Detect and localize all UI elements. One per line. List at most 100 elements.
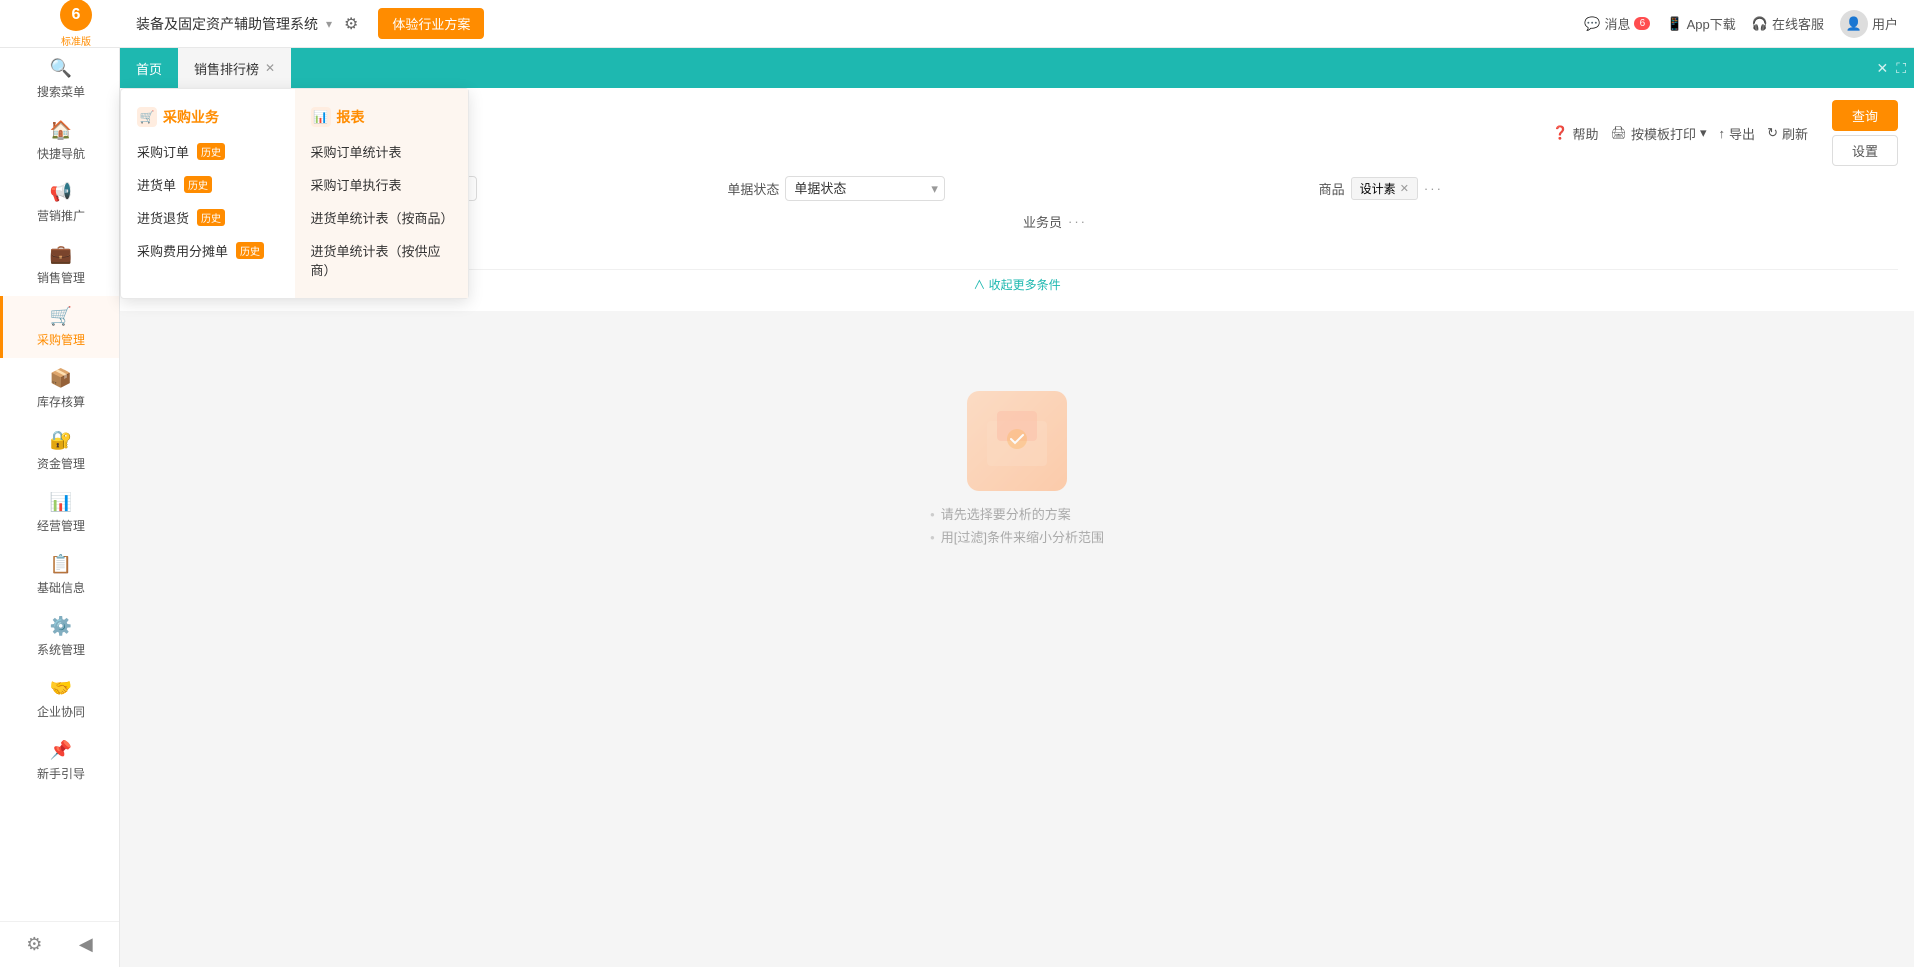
help-label: 帮助	[1572, 124, 1598, 143]
tab-close-all-icon[interactable]: ✕	[1876, 60, 1888, 77]
purchase-icon: 🛒	[50, 306, 72, 327]
refresh-icon: ↻	[1767, 125, 1778, 141]
message-badge: 6	[1634, 17, 1650, 30]
dropdown-item-order-stats[interactable]: 采购订单统计表	[295, 135, 469, 168]
stock-in-label: 进货单	[137, 175, 176, 194]
online-service-btn[interactable]: 🎧 在线客服	[1752, 14, 1824, 33]
top-header: 6 标准版 装备及固定资产辅助管理系统 ▾ ⚙ 体验行业方案 💬 消息 6 📱 …	[0, 0, 1914, 48]
dropdown-item-stock-by-supplier[interactable]: 进货单统计表（按供应商）	[295, 234, 469, 286]
dropdown-item-purchase-order[interactable]: 采购订单 历史	[121, 135, 295, 168]
salesman-filter-group: 业务员 ···	[1023, 212, 1898, 231]
salesman-ellipsis[interactable]: ···	[1068, 214, 1087, 229]
stock-return-label: 进货退货	[137, 208, 189, 227]
sidebar-item-guide[interactable]: 📌 新手引导	[0, 730, 119, 792]
purchase-order-label: 采购订单	[137, 142, 189, 161]
guide-icon: 📌	[50, 740, 72, 761]
dropdown-item-stock-by-goods[interactable]: 进货单统计表（按商品）	[295, 201, 469, 234]
tab-home[interactable]: 首页	[120, 48, 178, 88]
search-icon: 🔍	[50, 58, 72, 79]
history-badge-3: 历史	[236, 242, 264, 259]
dropdown-item-order-exec[interactable]: 采购订单执行表	[295, 168, 469, 201]
message-label: 消息	[1604, 14, 1630, 33]
sidebar-label-basic: 基础信息	[37, 579, 85, 596]
message-btn[interactable]: 💬 消息 6	[1584, 14, 1650, 33]
print-icon: 🖨	[1610, 125, 1627, 141]
marketing-icon: 📢	[50, 182, 72, 203]
user-label: 用户	[1872, 14, 1898, 33]
export-icon: ↑	[1719, 126, 1726, 141]
sidebar-item-finance[interactable]: 🔐 资金管理	[0, 420, 119, 482]
sidebar: 🔍 搜索菜单 🏠 快捷导航 📢 营销推广 💼 销售管理 🛒 采购管理 📦 库存核…	[0, 48, 120, 967]
sidebar-item-coop[interactable]: 🤝 企业协同	[0, 668, 119, 730]
sidebar-item-basic[interactable]: 📋 基础信息	[0, 544, 119, 606]
query-button[interactable]: 查询	[1832, 100, 1898, 131]
purchase-section-icon: 🛒	[137, 107, 157, 127]
operations-icon: 📊	[50, 492, 72, 513]
sidebar-label-quick: 快捷导航	[37, 145, 85, 162]
settings-icon[interactable]: ⚙	[344, 14, 358, 34]
finance-icon: 🔐	[50, 430, 72, 451]
tab-ranking-label: 销售排行榜	[194, 59, 259, 78]
industry-btn[interactable]: 体验行业方案	[378, 8, 484, 39]
dropdown-item-expense[interactable]: 采购费用分摊单 历史	[121, 234, 295, 267]
sidebar-item-search[interactable]: 🔍 搜索菜单	[0, 48, 119, 110]
sidebar-item-marketing[interactable]: 📢 营销推广	[0, 172, 119, 234]
print-dropdown-icon[interactable]: ▾	[1700, 125, 1707, 141]
goods-tag-text: 设计素	[1360, 180, 1396, 197]
phone-icon: 📱	[1666, 16, 1682, 32]
print-btn[interactable]: 🖨 按模板打印 ▾	[1610, 124, 1706, 143]
sidebar-settings-btn[interactable]: ⚙	[26, 934, 42, 955]
goods-tag-close-icon[interactable]: ✕	[1400, 182, 1409, 195]
goods-ellipsis[interactable]: ···	[1424, 181, 1443, 196]
stock-by-supplier-label: 进货单统计表（按供应商）	[311, 241, 453, 279]
print-label: 按模板打印	[1631, 124, 1696, 143]
user-btn[interactable]: 👤 用户	[1840, 10, 1898, 38]
purchase-dropdown-menu: 🛒 采购业务 采购订单 历史 进货单 历史 进货退货 历史 采购费用分摊单 历史…	[120, 88, 469, 299]
salesman-label: 业务员	[1023, 212, 1062, 231]
sidebar-label-marketing: 营销推广	[37, 207, 85, 224]
sidebar-label-coop: 企业协同	[37, 703, 85, 720]
sidebar-item-operations[interactable]: 📊 经营管理	[0, 482, 119, 544]
report-section-header: 📊 报表	[295, 101, 469, 135]
bill-status-select[interactable]: 单据状态	[785, 176, 945, 201]
header-title: 装备及固定资产辅助管理系统 ▾ ⚙ 体验行业方案	[136, 8, 1584, 39]
sidebar-label-purchase: 采购管理	[37, 331, 85, 348]
sidebar-label-search: 搜索菜单	[37, 83, 85, 100]
dropdown-item-stock-in[interactable]: 进货单 历史	[121, 168, 295, 201]
sidebar-item-sales[interactable]: 💼 销售管理	[0, 234, 119, 296]
sidebar-item-system[interactable]: ⚙️ 系统管理	[0, 606, 119, 668]
stock-by-goods-label: 进货单统计表（按商品）	[311, 208, 453, 227]
empty-illustration	[967, 391, 1067, 491]
export-btn[interactable]: ↑ 导出	[1719, 124, 1756, 143]
avatar: 👤	[1840, 10, 1868, 38]
sidebar-item-inventory[interactable]: 📦 库存核算	[0, 358, 119, 420]
dropdown-item-stock-return[interactable]: 进货退货 历史	[121, 201, 295, 234]
refresh-btn[interactable]: ↻ 刷新	[1767, 124, 1808, 143]
app-download-btn[interactable]: 📱 App下载	[1666, 14, 1735, 33]
sidebar-item-quick[interactable]: 🏠 快捷导航	[0, 110, 119, 172]
refresh-label: 刷新	[1782, 124, 1808, 143]
inventory-icon: 📦	[50, 368, 72, 389]
dropdown-arrow-icon[interactable]: ▾	[326, 17, 332, 31]
message-icon: 💬	[1584, 16, 1600, 32]
tab-expand-icon[interactable]: ⛶	[1896, 60, 1906, 77]
sidebar-label-sales: 销售管理	[37, 269, 85, 286]
bill-status-group: 单据状态 单据状态 ▾	[727, 176, 1306, 201]
tab-close-icon[interactable]: ✕	[265, 61, 275, 75]
help-btn[interactable]: ❓ 帮助	[1552, 124, 1598, 143]
history-badge-1: 历史	[184, 176, 212, 193]
report-col: 📊 报表 采购订单统计表 采购订单执行表 进货单统计表（按商品） 进货单统计表（…	[295, 89, 469, 298]
logo-text: 标准版	[61, 33, 91, 48]
goods-tag[interactable]: 设计素 ✕	[1351, 177, 1418, 200]
app-label: App下载	[1687, 14, 1736, 33]
settings-button[interactable]: 设置	[1832, 135, 1898, 166]
report-section-icon: 📊	[311, 107, 331, 127]
service-label: 在线客服	[1772, 14, 1824, 33]
sidebar-item-purchase[interactable]: 🛒 采购管理	[0, 296, 119, 358]
empty-tip-1: 请先选择要分析的方案	[930, 503, 1104, 526]
tab-ranking[interactable]: 销售排行榜 ✕	[178, 48, 291, 88]
sidebar-label-system: 系统管理	[37, 641, 85, 658]
logo-icon: 6	[60, 0, 92, 31]
sidebar-collapse-btn[interactable]: ◀	[79, 934, 93, 955]
export-label: 导出	[1729, 124, 1755, 143]
